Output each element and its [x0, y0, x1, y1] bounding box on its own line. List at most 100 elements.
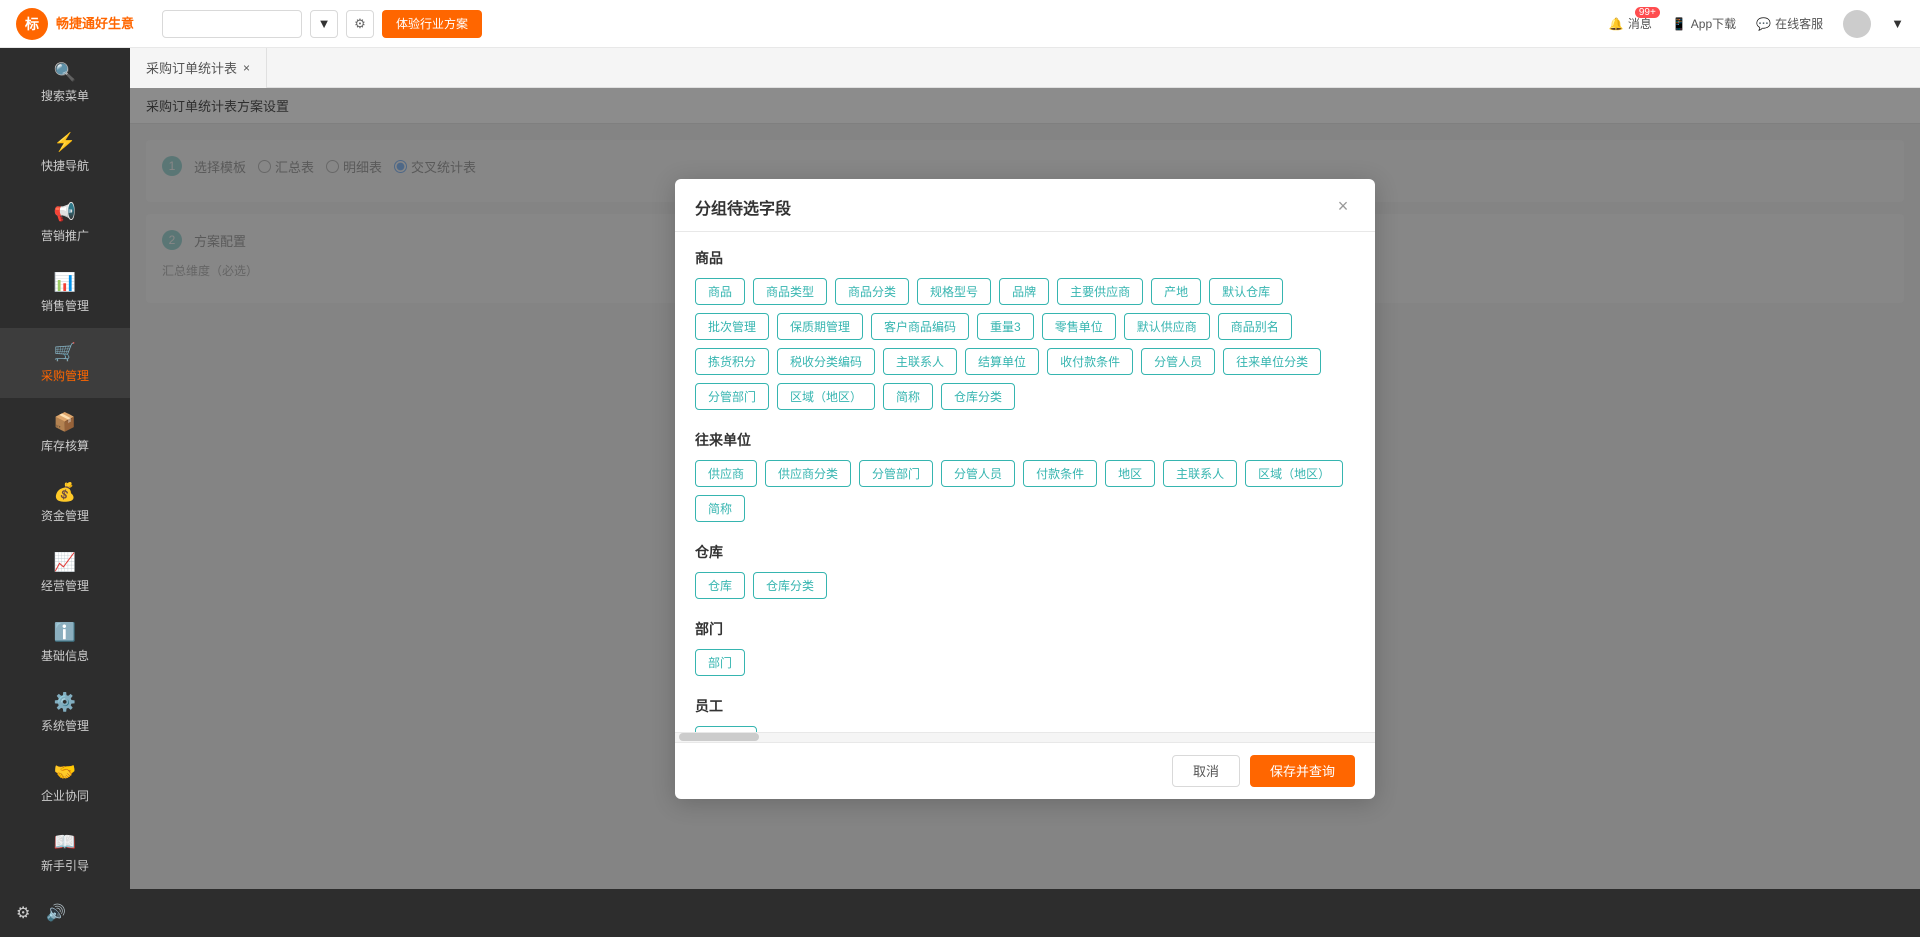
sidebar-label-2: 营销推广 [41, 227, 89, 244]
sidebar-icon-3: 📊 [54, 272, 76, 293]
sidebar-label-5: 库存核算 [41, 437, 89, 454]
logo-icon: 标 [16, 8, 48, 40]
sidebar-label-0: 搜索菜单 [41, 87, 89, 104]
sidebar-item-7[interactable]: 📈 经营管理 [0, 538, 130, 608]
field-tag-partner-0[interactable]: 供应商 [695, 460, 757, 487]
field-tag-goods-16[interactable]: 税收分类编码 [777, 348, 875, 375]
field-tag-goods-19[interactable]: 收付款条件 [1047, 348, 1133, 375]
sidebar-item-11[interactable]: 📖新手引导 [0, 818, 130, 888]
sidebar-item-9[interactable]: ⚙️系统管理 [0, 678, 130, 748]
bottom-settings-icon[interactable]: ⚙ [16, 903, 30, 923]
field-tag-goods-6[interactable]: 产地 [1151, 278, 1201, 305]
field-tag-goods-7[interactable]: 默认仓库 [1209, 278, 1283, 305]
field-tag-goods-9[interactable]: 保质期管理 [777, 313, 863, 340]
field-tag-warehouse-1[interactable]: 仓库分类 [753, 572, 827, 599]
field-tag-department-0[interactable]: 部门 [695, 649, 745, 676]
user-menu-icon[interactable]: ▼ [1891, 16, 1904, 31]
tab-1[interactable]: 采购订单统计表× [130, 48, 267, 88]
field-section-partner: 往来单位供应商供应商分类分管部门分管人员付款条件地区主联系人区域（地区） 简称 [695, 430, 1355, 522]
notification-btn[interactable]: 🔔 消息 99+ [1609, 15, 1652, 32]
field-tag-goods-12[interactable]: 零售单位 [1042, 313, 1116, 340]
settings-btn[interactable]: ⚙ [346, 10, 374, 38]
online-service-label: 在线客服 [1775, 15, 1823, 32]
field-tag-partner-6[interactable]: 主联系人 [1163, 460, 1237, 487]
search-dropdown-btn[interactable]: ▼ [310, 10, 338, 38]
field-tag-goods-21[interactable]: 往来单位分类 [1223, 348, 1321, 375]
sidebar-item-10[interactable]: 🤝企业协同 [0, 748, 130, 818]
field-tag-goods-17[interactable]: 主联系人 [883, 348, 957, 375]
field-tag-partner-8[interactable]: 简称 [695, 495, 745, 522]
service-icon: 💬 [1756, 17, 1771, 31]
sidebar-item-0[interactable]: 🔍搜索菜单 [0, 48, 130, 118]
field-tag-partner-3[interactable]: 分管人员 [941, 460, 1015, 487]
field-tag-goods-1[interactable]: 商品类型 [753, 278, 827, 305]
app-download-label: App下载 [1691, 15, 1736, 32]
sidebar-icon-5: 📦 [54, 412, 76, 433]
sidebar: 🔍搜索菜单⚡快捷导航📢营销推广📊销售管理🛒采购管理 📦 库存核算 💰资金管理 📈 经营管理… [0, 48, 130, 889]
sidebar-item-1[interactable]: ⚡快捷导航 [0, 118, 130, 188]
tab-bar: 首页采购订单统计表×新建方案× [130, 48, 1920, 88]
field-tag-goods-13[interactable]: 默认供应商 [1124, 313, 1210, 340]
field-tag-partner-5[interactable]: 地区 [1105, 460, 1155, 487]
field-tag-goods-25[interactable]: 仓库分类 [941, 383, 1015, 410]
app-download-btn[interactable]: 📱 App下载 [1672, 15, 1736, 32]
field-tag-goods-18[interactable]: 结算单位 [965, 348, 1039, 375]
section-title-partner: 往来单位 [695, 430, 1355, 450]
sidebar-label-7: 经营管理 [41, 577, 89, 594]
online-service-btn[interactable]: 💬 在线客服 [1756, 15, 1823, 32]
confirm-button[interactable]: 保存并查询 [1250, 755, 1355, 787]
notification-badge: 99+ [1635, 7, 1660, 18]
sidebar-item-3[interactable]: 📊销售管理 [0, 258, 130, 328]
section-title-goods: 商品 [695, 248, 1355, 268]
field-tag-goods-15[interactable]: 拣货积分 [695, 348, 769, 375]
field-tag-goods-2[interactable]: 商品分类 [835, 278, 909, 305]
bottom-sound-icon[interactable]: 🔊 [46, 903, 66, 923]
sidebar-label-9: 系统管理 [41, 717, 89, 734]
search-area: ▼ ⚙ [162, 10, 374, 38]
modal-header: 分组待选字段 × [675, 179, 1375, 232]
sidebar-item-2[interactable]: 📢营销推广 [0, 188, 130, 258]
sidebar-item-5[interactable]: 📦 库存核算 [0, 398, 130, 468]
sidebar-item-4[interactable]: 🛒采购管理 [0, 328, 130, 398]
modal-hscroll[interactable] [675, 732, 1375, 742]
field-tag-partner-7[interactable]: 区域（地区） [1245, 460, 1343, 487]
modal-dialog: 分组待选字段 × 商品商品商品类型商品分类规格型号品牌主要供应商产地默认仓库批次… [675, 179, 1375, 799]
modal-close-btn[interactable]: × [1331, 195, 1355, 219]
field-tag-goods-20[interactable]: 分管人员 [1141, 348, 1215, 375]
hscroll-track [675, 733, 1375, 742]
field-tag-goods-10[interactable]: 客户商品编码 [871, 313, 969, 340]
app-wrapper: 标 畅捷通好生意 ▼ ⚙ 体验行业方案 🔔 消息 99+ 📱 App下载 💬 在… [0, 0, 1920, 937]
field-tag-partner-1[interactable]: 供应商分类 [765, 460, 851, 487]
field-tag-goods-0[interactable]: 商品 [695, 278, 745, 305]
notification-icon: 🔔 [1609, 17, 1624, 31]
field-tag-goods-8[interactable]: 批次管理 [695, 313, 769, 340]
sidebar-icon-8: ℹ️ [54, 622, 76, 643]
field-tag-warehouse-0[interactable]: 仓库 [695, 572, 745, 599]
field-tag-goods-14[interactable]: 商品别名 [1218, 313, 1292, 340]
field-tag-goods-11[interactable]: 重量3 [977, 313, 1034, 340]
sidebar-label-8: 基础信息 [41, 647, 89, 664]
field-tag-partner-2[interactable]: 分管部门 [859, 460, 933, 487]
field-tag-partner-4[interactable]: 付款条件 [1023, 460, 1097, 487]
field-tag-goods-24[interactable]: 简称 [883, 383, 933, 410]
field-tag-goods-3[interactable]: 规格型号 [917, 278, 991, 305]
tab-close-1[interactable]: × [243, 61, 250, 75]
logo-text: 畅捷通好生意 [56, 16, 134, 32]
page-area: 首页采购订单统计表×新建方案× 采购订单统计表方案设置 1 选择模板 汇总表 明… [130, 48, 1920, 889]
sidebar-icon-7: 📈 [54, 552, 76, 573]
hscroll-thumb[interactable] [679, 733, 759, 741]
avatar[interactable] [1843, 10, 1871, 38]
field-tag-goods-23[interactable]: 区域（地区） [777, 383, 875, 410]
modal-body[interactable]: 商品商品商品类型商品分类规格型号品牌主要供应商产地默认仓库批次管理保质期管理客户… [675, 232, 1375, 732]
experience-btn[interactable]: 体验行业方案 [382, 10, 482, 38]
sidebar-item-8[interactable]: ℹ️ 基础信息 [0, 608, 130, 678]
sidebar-label-11: 新手引导 [41, 857, 89, 874]
sidebar-item-6[interactable]: 💰资金管理 [0, 468, 130, 538]
modal-footer: 取消 保存并查询 [675, 742, 1375, 799]
cancel-button[interactable]: 取消 [1172, 755, 1240, 787]
field-tag-goods-22[interactable]: 分管部门 [695, 383, 769, 410]
search-input[interactable] [162, 10, 302, 38]
field-tag-goods-5[interactable]: 主要供应商 [1057, 278, 1143, 305]
top-right-area: 🔔 消息 99+ 📱 App下载 💬 在线客服 ▼ [1609, 10, 1904, 38]
field-tag-goods-4[interactable]: 品牌 [999, 278, 1049, 305]
